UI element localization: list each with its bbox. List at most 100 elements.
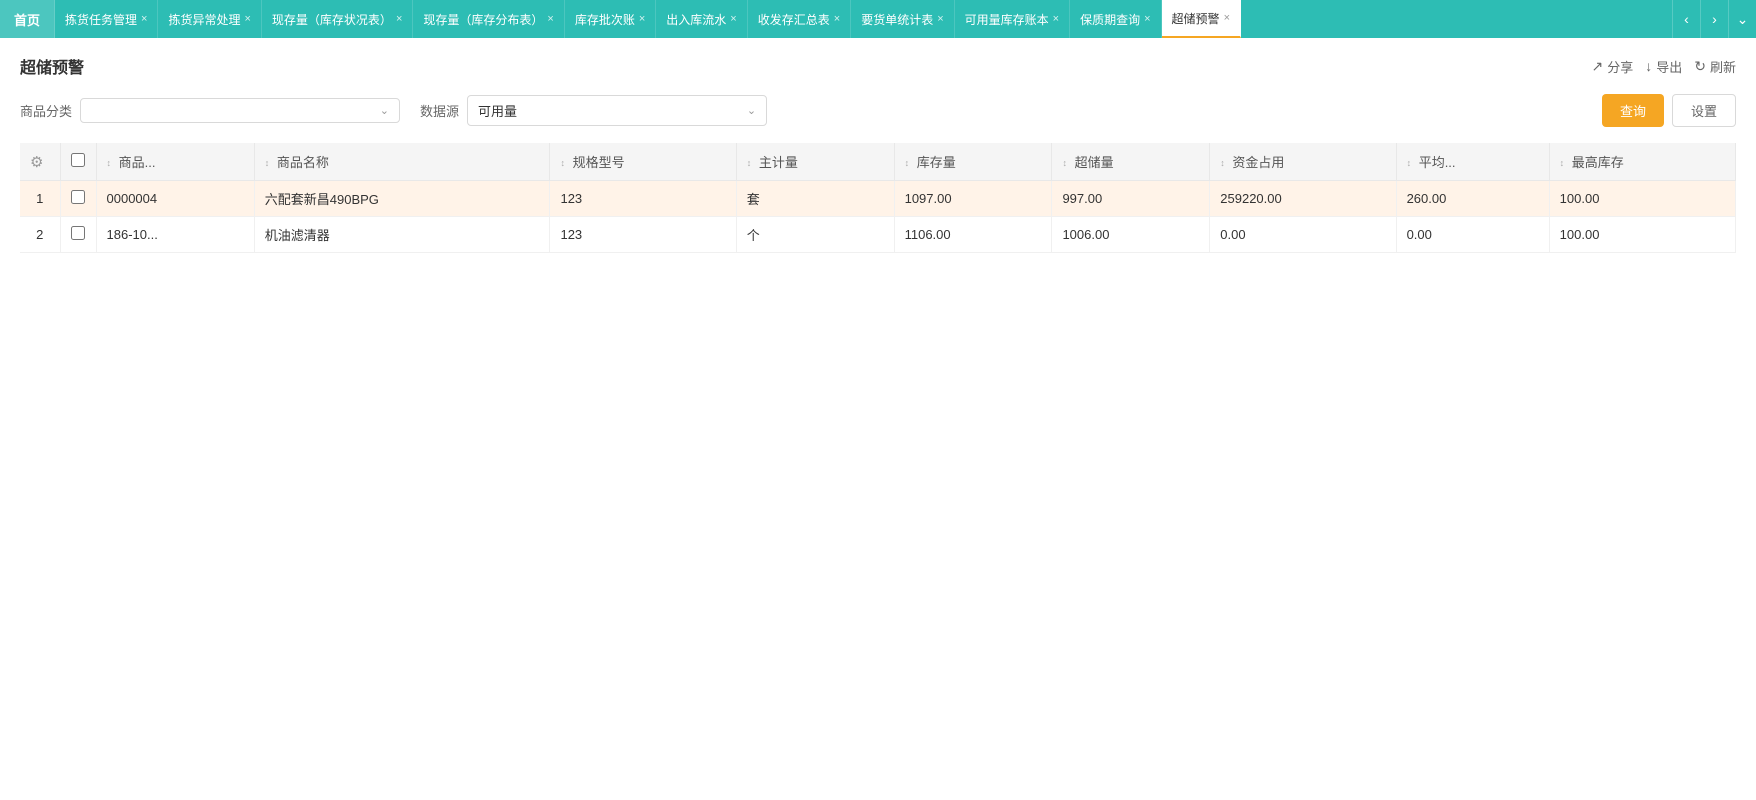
category-label: 商品分类 bbox=[20, 101, 72, 120]
tab-保质期查询[interactable]: 保质期查询 × bbox=[1070, 0, 1161, 38]
table-settings-icon[interactable]: ⚙ bbox=[30, 154, 43, 171]
tab-close-7[interactable]: × bbox=[834, 13, 840, 25]
tab-close-2[interactable]: × bbox=[244, 13, 250, 25]
export-button[interactable]: ↓ 导出 bbox=[1645, 57, 1682, 76]
tab-现存量库存分布表[interactable]: 现存量（库存分布表） × bbox=[413, 0, 564, 38]
row-1-product-name: 六配套新昌490BPG bbox=[254, 181, 550, 217]
row-num-2: 2 bbox=[20, 217, 60, 253]
row-1-over-stock: 997.00 bbox=[1052, 181, 1210, 217]
row-2-spec: 123 bbox=[550, 217, 736, 253]
table-row: 2 186-10... 机油滤清器 123 个 1106.00 1006.00 … bbox=[20, 217, 1736, 253]
sort-icon-product-id: ↕ bbox=[107, 159, 112, 168]
tab-close-5[interactable]: × bbox=[639, 13, 645, 25]
tab-库存批次账[interactable]: 库存批次账 × bbox=[565, 0, 656, 38]
datasource-label: 数据源 bbox=[420, 101, 459, 120]
query-button[interactable]: 查询 bbox=[1602, 94, 1664, 127]
row-num-1: 1 bbox=[20, 181, 60, 217]
tab-close-6[interactable]: × bbox=[730, 13, 736, 25]
row-1-stock: 1097.00 bbox=[894, 181, 1052, 217]
tab-可用量库存账本[interactable]: 可用量库存账本 × bbox=[955, 0, 1070, 38]
th-unit[interactable]: ↕ 主计量 bbox=[736, 143, 894, 181]
sort-icon-avg: ↕ bbox=[1407, 159, 1412, 168]
tab-close-1[interactable]: × bbox=[141, 13, 147, 25]
row-2-capital: 0.00 bbox=[1210, 217, 1396, 253]
datasource-select[interactable]: 可用量 ⌄ bbox=[467, 95, 767, 126]
sort-icon-spec: ↕ bbox=[560, 159, 565, 168]
refresh-icon: ↻ bbox=[1694, 58, 1706, 75]
share-icon: ↗ bbox=[1591, 58, 1603, 75]
sort-icon-capital: ↕ bbox=[1220, 159, 1225, 168]
th-avg[interactable]: ↕ 平均... bbox=[1396, 143, 1549, 181]
page-title: 超储预警 bbox=[20, 54, 84, 78]
tab-现存量库存状况表[interactable]: 现存量（库存状况表） × bbox=[262, 0, 413, 38]
tab-超储预警[interactable]: 超储预警 × bbox=[1162, 0, 1241, 38]
tab-close-4[interactable]: × bbox=[547, 13, 553, 25]
datasource-select-value: 可用量 bbox=[478, 101, 517, 120]
th-product-name[interactable]: ↕ 商品名称 bbox=[254, 143, 550, 181]
tab-收发存汇总表[interactable]: 收发存汇总表 × bbox=[748, 0, 851, 38]
top-nav: 首页 拣货任务管理 × 拣货异常处理 × 现存量（库存状况表） × 现存量（库存… bbox=[0, 0, 1756, 38]
row-1-product-id: 0000004 bbox=[96, 181, 254, 217]
row-2-max-stock: 100.00 bbox=[1549, 217, 1735, 253]
th-settings: ⚙ bbox=[20, 143, 60, 181]
category-filter-group: 商品分类 ⌄ bbox=[20, 98, 400, 123]
sort-icon-unit: ↕ bbox=[747, 159, 752, 168]
tab-close-9[interactable]: × bbox=[1053, 13, 1059, 25]
nav-next-arrow[interactable]: › bbox=[1700, 0, 1728, 38]
sort-icon-max-stock: ↕ bbox=[1560, 159, 1565, 168]
page-content: 超储预警 ↗ 分享 ↓ 导出 ↻ 刷新 商品分类 ⌄ 数据源 bbox=[0, 38, 1756, 800]
settings-button[interactable]: 设置 bbox=[1672, 94, 1736, 127]
share-button[interactable]: ↗ 分享 bbox=[1591, 57, 1633, 76]
tab-出入库流水[interactable]: 出入库流水 × bbox=[656, 0, 747, 38]
row-2-checkbox-cell bbox=[60, 217, 96, 253]
page-header: 超储预警 ↗ 分享 ↓ 导出 ↻ 刷新 bbox=[20, 54, 1736, 78]
row-1-unit: 套 bbox=[736, 181, 894, 217]
tab-close-3[interactable]: × bbox=[396, 13, 402, 25]
tab-拣货异常处理[interactable]: 拣货异常处理 × bbox=[158, 0, 261, 38]
th-product-id[interactable]: ↕ 商品... bbox=[96, 143, 254, 181]
tab-close-10[interactable]: × bbox=[1144, 13, 1150, 25]
category-dropdown-icon: ⌄ bbox=[380, 104, 389, 117]
row-2-product-id: 186-10... bbox=[96, 217, 254, 253]
export-icon: ↓ bbox=[1645, 58, 1652, 74]
row-1-capital: 259220.00 bbox=[1210, 181, 1396, 217]
th-stock[interactable]: ↕ 库存量 bbox=[894, 143, 1052, 181]
tab-close-8[interactable]: × bbox=[937, 13, 943, 25]
row-2-unit: 个 bbox=[736, 217, 894, 253]
category-select[interactable]: ⌄ bbox=[80, 98, 400, 123]
th-spec[interactable]: ↕ 规格型号 bbox=[550, 143, 736, 181]
th-checkbox bbox=[60, 143, 96, 181]
tab-拣货任务管理[interactable]: 拣货任务管理 × bbox=[55, 0, 158, 38]
row-1-avg: 260.00 bbox=[1396, 181, 1549, 217]
table-row: 1 0000004 六配套新昌490BPG 123 套 1097.00 997.… bbox=[20, 181, 1736, 217]
filter-actions: 查询 设置 bbox=[1602, 94, 1736, 127]
row-2-checkbox[interactable] bbox=[71, 226, 85, 240]
row-2-avg: 0.00 bbox=[1396, 217, 1549, 253]
refresh-button[interactable]: ↻ 刷新 bbox=[1694, 57, 1736, 76]
th-max-stock[interactable]: ↕ 最高库存 bbox=[1549, 143, 1735, 181]
tab-close-11[interactable]: × bbox=[1224, 12, 1230, 24]
row-1-checkbox-cell bbox=[60, 181, 96, 217]
th-over-stock[interactable]: ↕ 超储量 bbox=[1052, 143, 1210, 181]
sort-icon-over-stock: ↕ bbox=[1062, 159, 1067, 168]
nav-arrows: ‹ › ⌄ bbox=[1672, 0, 1756, 38]
select-all-checkbox[interactable] bbox=[71, 153, 85, 167]
row-2-over-stock: 1006.00 bbox=[1052, 217, 1210, 253]
row-1-spec: 123 bbox=[550, 181, 736, 217]
th-capital[interactable]: ↕ 资金占用 bbox=[1210, 143, 1396, 181]
data-table: ⚙ ↕ 商品... ↕ 商品名称 ↕ 规格型号 ↕ bbox=[20, 143, 1736, 253]
datasource-filter-group: 数据源 可用量 ⌄ bbox=[420, 95, 767, 126]
nav-menu-arrow[interactable]: ⌄ bbox=[1728, 0, 1756, 38]
row-1-max-stock: 100.00 bbox=[1549, 181, 1735, 217]
nav-prev-arrow[interactable]: ‹ bbox=[1672, 0, 1700, 38]
sort-icon-stock: ↕ bbox=[905, 159, 910, 168]
sort-icon-product-name: ↕ bbox=[265, 159, 270, 168]
header-actions: ↗ 分享 ↓ 导出 ↻ 刷新 bbox=[1591, 57, 1736, 76]
nav-home[interactable]: 首页 bbox=[0, 0, 55, 38]
row-2-product-name: 机油滤清器 bbox=[254, 217, 550, 253]
table-header: ⚙ ↕ 商品... ↕ 商品名称 ↕ 规格型号 ↕ bbox=[20, 143, 1736, 181]
table-body: 1 0000004 六配套新昌490BPG 123 套 1097.00 997.… bbox=[20, 181, 1736, 253]
tab-要货单统计表[interactable]: 要货单统计表 × bbox=[851, 0, 954, 38]
row-2-stock: 1106.00 bbox=[894, 217, 1052, 253]
row-1-checkbox[interactable] bbox=[71, 190, 85, 204]
